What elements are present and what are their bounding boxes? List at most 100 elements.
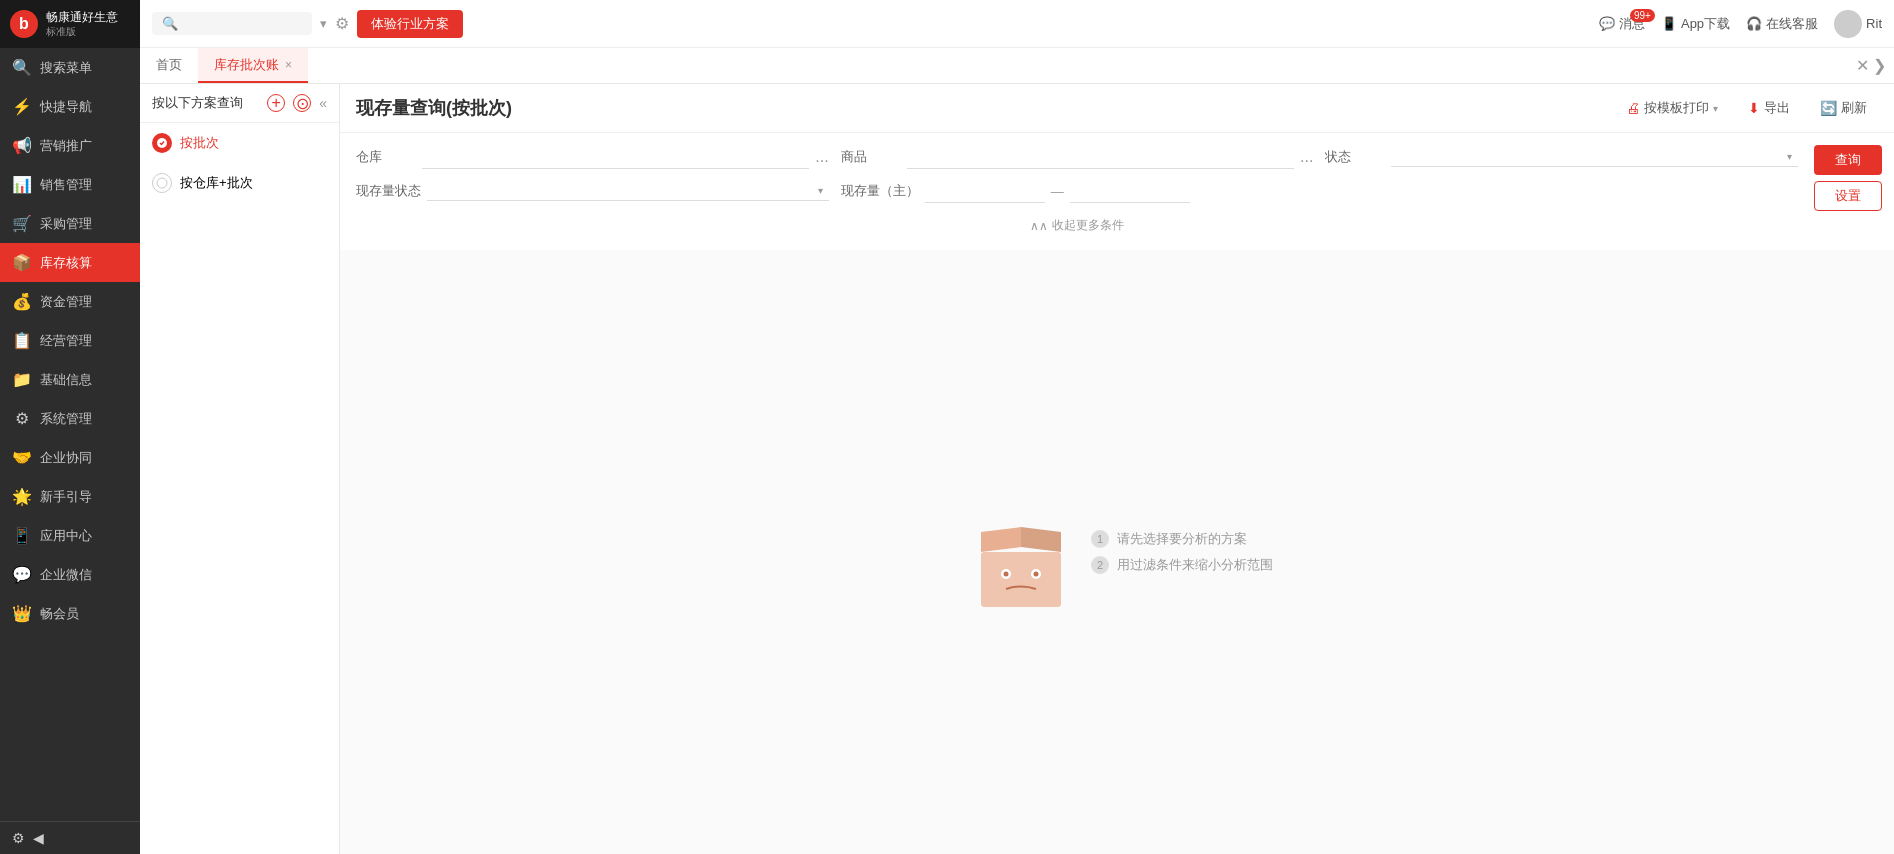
topbar-search-box[interactable]: 🔍 [152, 12, 312, 35]
topbar-dropdown-icon[interactable]: ▾ [320, 16, 327, 31]
sidebar-item-quick-nav[interactable]: ⚡ 快捷导航 [0, 87, 140, 126]
product-label: 商品 [841, 148, 901, 166]
sidebar-search-label: 搜索菜单 [40, 59, 92, 77]
sidebar-settings-btn[interactable]: ⚙ [12, 830, 25, 846]
tip-1-num: 1 [1091, 530, 1109, 548]
tab-inventory-batch-label: 库存批次账 [214, 56, 279, 74]
collapse-btn[interactable]: ∧∧ 收起更多条件 [1026, 213, 1128, 238]
warehouse-input[interactable] [422, 145, 809, 169]
empty-tip-1: 1 请先选择要分析的方案 [1091, 530, 1273, 548]
sidebar-item-newcomer[interactable]: 🌟 新手引导 [0, 477, 140, 516]
sidebar-item-enterprise[interactable]: 🤝 企业协同 [0, 438, 140, 477]
tab-bar-expand-icon[interactable]: ❯ [1873, 56, 1886, 75]
sidebar-item-enterprise-wx[interactable]: 💬 企业微信 [0, 555, 140, 594]
messages-btn[interactable]: 💬 消息 99+ [1599, 15, 1645, 33]
product-input[interactable] [907, 145, 1294, 169]
sidebar-item-inventory[interactable]: 📦 库存核算 [0, 243, 140, 282]
svg-point-7 [1004, 572, 1009, 577]
online-service-btn[interactable]: 🎧 在线客服 [1746, 15, 1818, 33]
left-panel-icons: + ⊙ « [267, 94, 327, 112]
collapse-up-icon: ∧∧ [1030, 219, 1048, 233]
headset-icon: 🎧 [1746, 16, 1762, 31]
stock-qty-dash: — [1051, 184, 1064, 199]
app-download-label: App下载 [1681, 15, 1730, 33]
tab-bar: 首页 库存批次账 × ✕ ❯ [140, 48, 1894, 84]
enterprise-icon: 🤝 [12, 448, 32, 467]
sidebar-item-sales[interactable]: 📊 销售管理 [0, 165, 140, 204]
sidebar-item-search[interactable]: 🔍 搜索菜单 [0, 48, 140, 87]
app-center-icon: 📱 [12, 526, 32, 545]
query-btn[interactable]: 查询 [1814, 145, 1882, 175]
user-avatar [1834, 10, 1862, 38]
tip-2-text: 用过滤条件来缩小分析范围 [1117, 556, 1273, 574]
app-logo: b [10, 10, 38, 38]
side-actions: 查询 设置 [1814, 133, 1894, 223]
tab-close-btn[interactable]: × [285, 58, 292, 72]
print-dropdown-icon[interactable]: ▾ [1713, 103, 1718, 114]
topbar: 🔍 ▾ ⚙ 体验行业方案 💬 消息 99+ 📱 App下载 🎧 在线客服 Ri [140, 0, 1894, 48]
status-select[interactable]: ▾ [1391, 147, 1798, 167]
sidebar-item-marketing[interactable]: 📢 营销推广 [0, 126, 140, 165]
sidebar-item-finance[interactable]: 💰 资金管理 [0, 282, 140, 321]
print-icon: 🖨 [1626, 100, 1640, 116]
sidebar-item-member[interactable]: 👑 畅会员 [0, 594, 140, 633]
settings-btn[interactable]: 设置 [1814, 181, 1882, 211]
tab-bar-close-icon[interactable]: ✕ [1856, 56, 1869, 75]
stock-status-select[interactable]: ▾ [427, 181, 829, 201]
tab-inventory-batch[interactable]: 库存批次账 × [198, 48, 308, 83]
panel-collapse-btn[interactable]: « [319, 95, 327, 111]
sidebar-item-operations[interactable]: 📋 经营管理 [0, 321, 140, 360]
print-btn[interactable]: 🖨 按模板打印 ▾ [1615, 94, 1729, 122]
experience-btn[interactable]: 体验行业方案 [357, 10, 463, 38]
sidebar-sales-label: 销售管理 [40, 176, 92, 194]
topbar-right: 💬 消息 99+ 📱 App下载 🎧 在线客服 Rit [1599, 10, 1882, 38]
company-name: 畅康通好生意 [46, 10, 118, 26]
stock-qty-label: 现存量（主） [841, 182, 919, 200]
online-service-label: 在线客服 [1766, 15, 1818, 33]
sidebar-item-app-center[interactable]: 📱 应用中心 [0, 516, 140, 555]
stock-qty-to-input[interactable] [1070, 179, 1190, 203]
collapse-label: 收起更多条件 [1052, 217, 1124, 234]
member-icon: 👑 [12, 604, 32, 623]
tab-home[interactable]: 首页 [140, 48, 198, 83]
sidebar-basics-label: 基础信息 [40, 371, 92, 389]
svg-point-1 [157, 178, 167, 188]
scheme-settings-btn[interactable]: ⊙ [293, 94, 311, 112]
svg-marker-4 [1021, 527, 1061, 552]
inventory-icon: 📦 [12, 253, 32, 272]
stock-status-dropdown-icon: ▾ [818, 185, 823, 196]
sidebar-item-purchase[interactable]: 🛒 采购管理 [0, 204, 140, 243]
export-btn[interactable]: ⬇ 导出 [1737, 94, 1801, 122]
page-header-actions: 🖨 按模板打印 ▾ ⬇ 导出 🔄 刷新 [1615, 94, 1878, 122]
sidebar-app-center-label: 应用中心 [40, 527, 92, 545]
user-avatar-btn[interactable]: Rit [1834, 10, 1882, 38]
warehouse-filter: 仓库 ... [356, 145, 829, 169]
refresh-btn[interactable]: 🔄 刷新 [1809, 94, 1878, 122]
warehouse-more-btn[interactable]: ... [815, 148, 828, 166]
scheme-by-batch-label: 按批次 [180, 134, 219, 152]
app-download-btn[interactable]: 📱 App下载 [1661, 15, 1730, 33]
sidebar-system-label: 系统管理 [40, 410, 92, 428]
topbar-settings-icon[interactable]: ⚙ [335, 14, 349, 33]
sidebar-collapse-btn[interactable]: ◀ [33, 830, 44, 846]
sidebar-footer: ⚙ ◀ [0, 821, 140, 854]
filter-area: 仓库 ... 商品 ... 状态 [340, 133, 1894, 250]
svg-point-8 [1034, 572, 1039, 577]
content-area: 按以下方案查询 + ⊙ « 按批次 按仓库+批次 [140, 84, 1894, 854]
page-header: 现存量查询(按批次) 🖨 按模板打印 ▾ ⬇ 导出 🔄 刷新 [340, 84, 1894, 133]
scheme-icon-active [152, 133, 172, 153]
stock-qty-from-input[interactable] [925, 179, 1045, 203]
system-icon: ⚙ [12, 409, 32, 428]
add-scheme-btn[interactable]: + [267, 94, 285, 112]
sidebar-item-system[interactable]: ⚙ 系统管理 [0, 399, 140, 438]
tab-home-label: 首页 [156, 56, 182, 74]
refresh-icon: 🔄 [1820, 100, 1837, 116]
empty-tips: 1 请先选择要分析的方案 2 用过滤条件来缩小分析范围 [1091, 530, 1273, 574]
product-more-btn[interactable]: ... [1300, 148, 1313, 166]
warehouse-label: 仓库 [356, 148, 416, 166]
topbar-search-icon: 🔍 [162, 16, 178, 31]
sidebar-item-basics[interactable]: 📁 基础信息 [0, 360, 140, 399]
page-title: 现存量查询(按批次) [356, 96, 512, 120]
scheme-item-by-warehouse-batch[interactable]: 按仓库+批次 [140, 163, 339, 203]
scheme-item-by-batch[interactable]: 按批次 [140, 123, 339, 163]
